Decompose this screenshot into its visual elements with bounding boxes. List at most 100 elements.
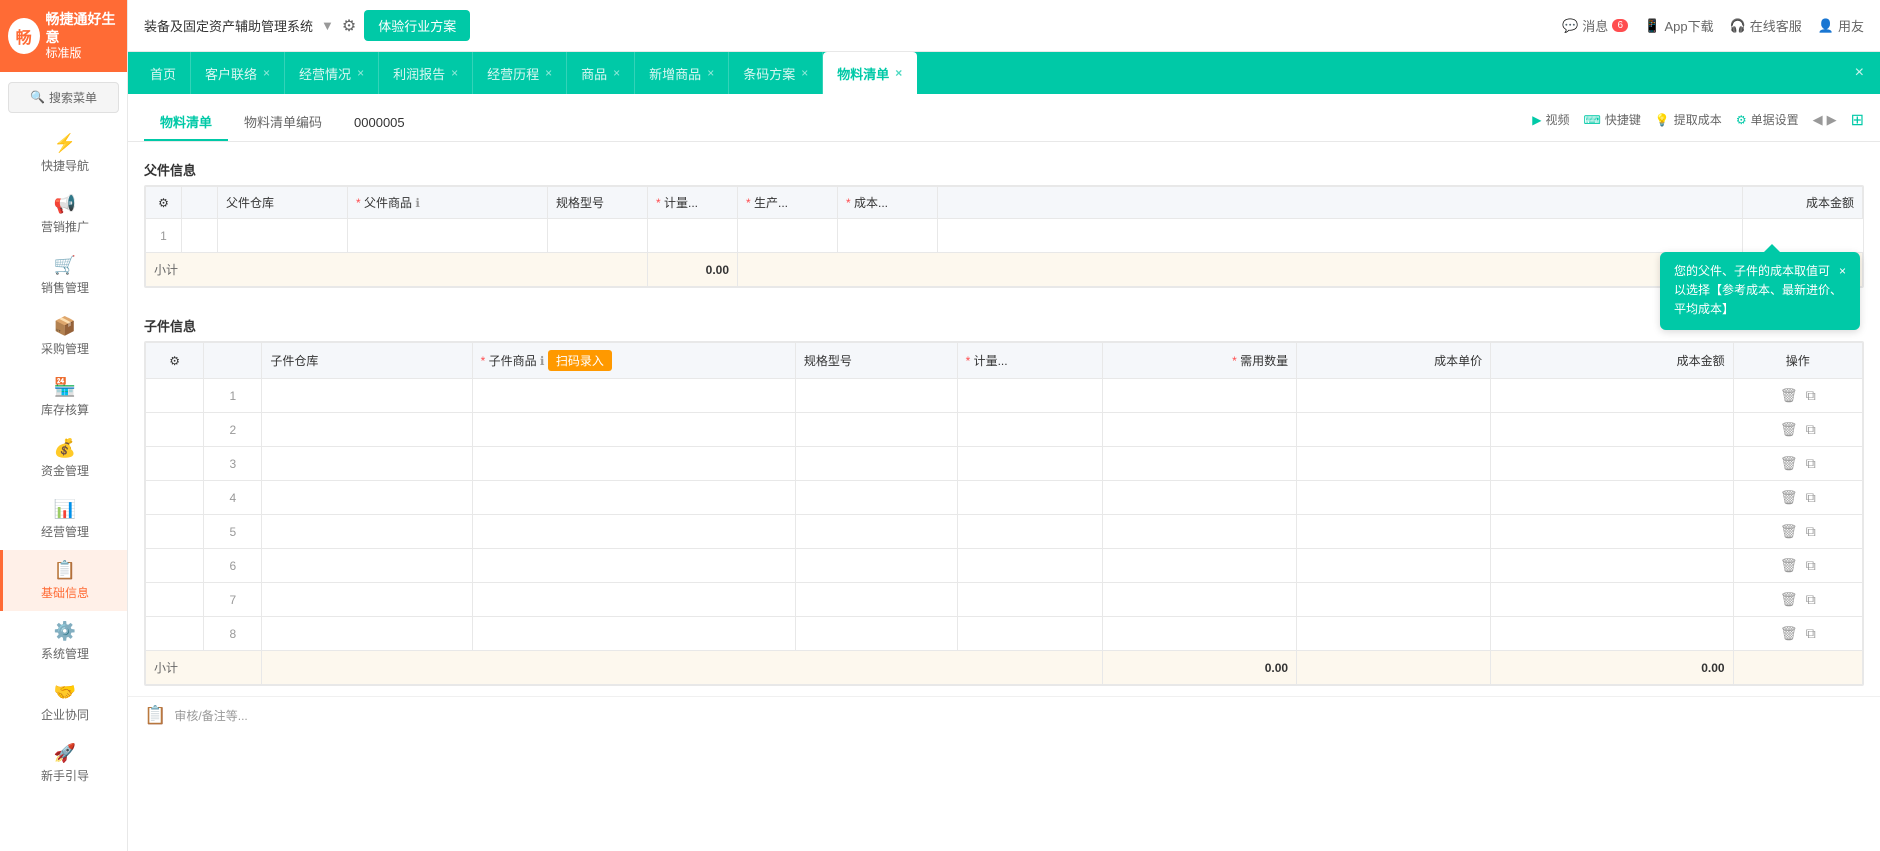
sidebar-item-purchase[interactable]: 📦 采购管理 xyxy=(0,306,127,367)
child-row-4-qty[interactable] xyxy=(1103,481,1297,515)
child-row-2-unit[interactable] xyxy=(957,413,1103,447)
extract-cost-button[interactable]: 💡 提取成本 xyxy=(1655,111,1722,128)
sidebar-item-finance[interactable]: 💰 资金管理 xyxy=(0,428,127,489)
parent-row-1-warehouse[interactable] xyxy=(182,219,218,253)
child-row-2-product[interactable] xyxy=(472,413,795,447)
child-row-5-qty[interactable] xyxy=(1103,515,1297,549)
child-row-8-spec[interactable] xyxy=(795,617,957,651)
delete-icon-row-7[interactable]: 🗑 xyxy=(1780,591,1798,608)
shortcut-button[interactable]: ⌨ 快捷键 xyxy=(1584,111,1641,128)
tab-bom-close[interactable]: × xyxy=(895,66,902,80)
scan-input-button[interactable]: 扫码录入 xyxy=(548,350,612,371)
delete-icon-row-3[interactable]: 🗑 xyxy=(1780,455,1798,472)
sidebar-item-quicknav[interactable]: ⚡ 快捷导航 xyxy=(0,123,127,184)
copy-icon-row-2[interactable]: ⧉ xyxy=(1806,421,1816,438)
prev-icon[interactable]: ◀ xyxy=(1813,112,1823,128)
child-row-8-product[interactable] xyxy=(472,617,795,651)
child-row-8-warehouse[interactable] xyxy=(262,617,472,651)
copy-icon-row-8[interactable]: ⧉ xyxy=(1806,625,1816,642)
child-row-4-price[interactable] xyxy=(1297,481,1491,515)
tab-operation-history[interactable]: 经营历程 × xyxy=(473,52,567,94)
grid-view-icon[interactable]: ⊞ xyxy=(1851,110,1864,130)
copy-icon-row-5[interactable]: ⧉ xyxy=(1806,523,1816,540)
child-row-2-spec[interactable] xyxy=(795,413,957,447)
sidebar-item-marketing[interactable]: 📢 营销推广 xyxy=(0,184,127,245)
copy-icon-row-4[interactable]: ⧉ xyxy=(1806,489,1816,506)
search-menu-button[interactable]: 🔍 搜索菜单 xyxy=(8,82,119,113)
tooltip-close-button[interactable]: × xyxy=(1839,262,1846,281)
child-row-1-unit[interactable] xyxy=(957,379,1103,413)
child-row-4-product[interactable] xyxy=(472,481,795,515)
child-th-gear[interactable]: ⚙ xyxy=(146,343,204,379)
next-icon[interactable]: ▶ xyxy=(1827,112,1837,128)
parent-row-1-produce[interactable] xyxy=(648,219,738,253)
sub-tab-bom-code-label[interactable]: 物料清单编码 xyxy=(228,104,338,141)
child-row-3-spec[interactable] xyxy=(795,447,957,481)
copy-icon-row-7[interactable]: ⧉ xyxy=(1806,591,1816,608)
child-row-1-warehouse[interactable] xyxy=(262,379,472,413)
child-row-2-price[interactable] xyxy=(1297,413,1491,447)
tab-operation-status-close[interactable]: × xyxy=(357,66,364,80)
copy-icon-row-1[interactable]: ⧉ xyxy=(1806,387,1816,404)
child-row-5-warehouse[interactable] xyxy=(262,515,472,549)
tab-new-goods-close[interactable]: × xyxy=(707,66,714,80)
user-item[interactable]: 👤 用友 xyxy=(1818,16,1864,35)
parent-row-1-product[interactable] xyxy=(218,219,348,253)
document-settings-button[interactable]: ⚙ 单据设置 xyxy=(1736,111,1799,128)
tab-operation-status[interactable]: 经营情况 × xyxy=(285,52,379,94)
delete-icon-row-8[interactable]: 🗑 xyxy=(1780,625,1798,642)
child-row-7-spec[interactable] xyxy=(795,583,957,617)
child-row-2-warehouse[interactable] xyxy=(262,413,472,447)
parent-row-1-extra[interactable] xyxy=(838,219,938,253)
delete-icon-row-4[interactable]: 🗑 xyxy=(1780,489,1798,506)
child-row-7-product[interactable] xyxy=(472,583,795,617)
trial-button[interactable]: 体验行业方案 xyxy=(364,10,470,41)
parent-th-gear[interactable]: ⚙ xyxy=(146,187,182,219)
child-row-3-product[interactable] xyxy=(472,447,795,481)
copy-icon-row-6[interactable]: ⧉ xyxy=(1806,557,1816,574)
delete-icon-row-2[interactable]: 🗑 xyxy=(1780,421,1798,438)
child-row-5-spec[interactable] xyxy=(795,515,957,549)
close-all-tabs-icon[interactable]: × xyxy=(1847,64,1872,82)
child-row-4-warehouse[interactable] xyxy=(262,481,472,515)
sidebar-item-corp[interactable]: 🤝 企业协同 xyxy=(0,672,127,733)
parent-row-1-spec[interactable] xyxy=(348,219,548,253)
parent-row-1-cost[interactable] xyxy=(738,219,838,253)
delete-icon-row-6[interactable]: 🗑 xyxy=(1780,557,1798,574)
tab-profit[interactable]: 利润报告 × xyxy=(379,52,473,94)
child-row-3-qty[interactable] xyxy=(1103,447,1297,481)
tab-home[interactable]: 首页 xyxy=(136,52,191,94)
tab-barcode[interactable]: 条码方案 × xyxy=(729,52,823,94)
tab-new-goods[interactable]: 新增商品 × xyxy=(635,52,729,94)
child-row-8-qty[interactable] xyxy=(1103,617,1297,651)
tab-goods-close[interactable]: × xyxy=(613,66,620,80)
child-row-7-price[interactable] xyxy=(1297,583,1491,617)
settings-icon[interactable]: ⚙ xyxy=(342,16,356,36)
sidebar-item-sales[interactable]: 🛒 销售管理 xyxy=(0,245,127,306)
tab-profit-close[interactable]: × xyxy=(451,66,458,80)
child-row-1-qty[interactable] xyxy=(1103,379,1297,413)
delete-icon-row-1[interactable]: 🗑 xyxy=(1780,387,1798,404)
online-service-item[interactable]: 🎧 在线客服 xyxy=(1730,16,1802,35)
parent-row-1-unit[interactable] xyxy=(548,219,648,253)
sub-tab-bom-list[interactable]: 物料清单 xyxy=(144,104,228,141)
child-row-7-unit[interactable] xyxy=(957,583,1103,617)
child-row-4-unit[interactable] xyxy=(957,481,1103,515)
child-row-6-unit[interactable] xyxy=(957,549,1103,583)
sidebar-item-inventory[interactable]: 🏪 库存核算 xyxy=(0,367,127,428)
child-row-6-warehouse[interactable] xyxy=(262,549,472,583)
tab-operation-history-close[interactable]: × xyxy=(545,66,552,80)
child-row-7-qty[interactable] xyxy=(1103,583,1297,617)
app-download-item[interactable]: 📱 App下载 xyxy=(1644,16,1713,35)
child-row-6-qty[interactable] xyxy=(1103,549,1297,583)
sidebar-item-guide[interactable]: 🚀 新手引导 xyxy=(0,733,127,794)
tab-customer[interactable]: 客户联络 × xyxy=(191,52,285,94)
child-row-7-warehouse[interactable] xyxy=(262,583,472,617)
tab-goods[interactable]: 商品 × xyxy=(567,52,635,94)
tab-customer-close[interactable]: × xyxy=(263,66,270,80)
sidebar-item-system[interactable]: ⚙️ 系统管理 xyxy=(0,611,127,672)
child-row-3-price[interactable] xyxy=(1297,447,1491,481)
child-row-6-price[interactable] xyxy=(1297,549,1491,583)
view-video-button[interactable]: ▶ 视频 xyxy=(1532,111,1569,128)
sidebar-item-operation[interactable]: 📊 经营管理 xyxy=(0,489,127,550)
